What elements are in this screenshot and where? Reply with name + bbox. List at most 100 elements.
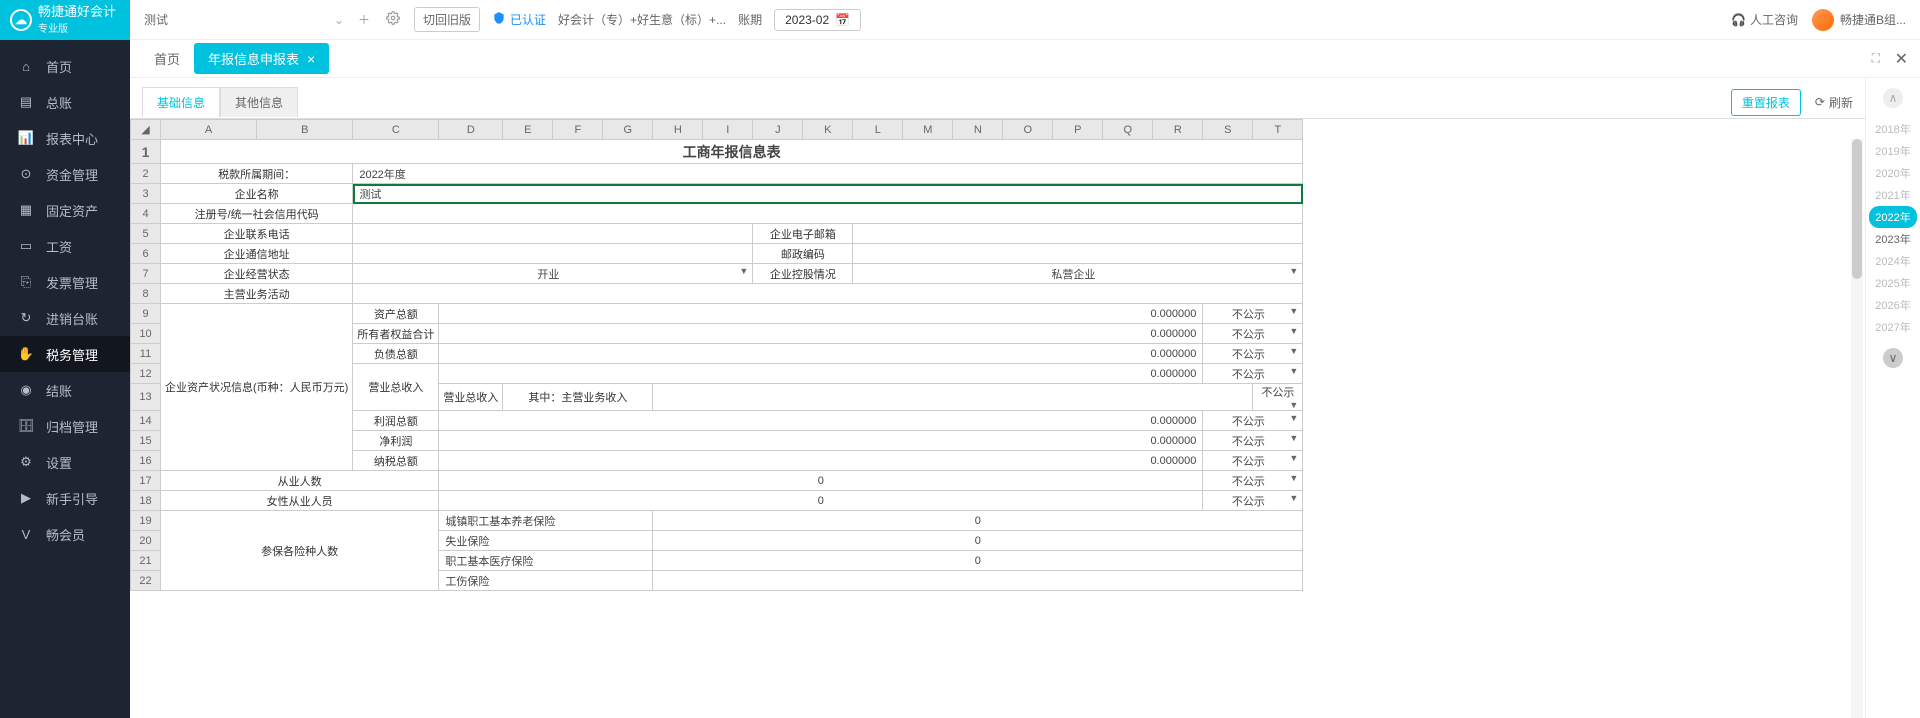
row-header-21[interactable]: 21 bbox=[131, 551, 161, 571]
row-header-15[interactable]: 15 bbox=[131, 431, 161, 451]
col-header-E[interactable]: E bbox=[503, 120, 553, 140]
disclose-dropdown[interactable]: 不公示▼ bbox=[1203, 431, 1303, 451]
gear-icon[interactable] bbox=[384, 9, 402, 30]
year-2019年[interactable]: 2019年 bbox=[1869, 140, 1916, 162]
disclose-dropdown[interactable]: 不公示▼ bbox=[1203, 471, 1303, 491]
metric-value-3[interactable]: 0.000000 bbox=[439, 364, 1203, 384]
sidebar-item-ledger[interactable]: ▤总账 bbox=[0, 84, 130, 120]
disclose-dropdown[interactable]: 不公示▼ bbox=[1203, 411, 1303, 431]
year-2021年[interactable]: 2021年 bbox=[1869, 184, 1916, 206]
col-header-A[interactable]: A bbox=[161, 120, 257, 140]
add-icon[interactable]: ＋ bbox=[356, 9, 372, 30]
col-header-P[interactable]: P bbox=[1053, 120, 1103, 140]
row-header-12[interactable]: 12 bbox=[131, 364, 161, 384]
col-header-R[interactable]: R bbox=[1153, 120, 1203, 140]
sidebar-item-money[interactable]: ⊙资金管理 bbox=[0, 156, 130, 192]
row-header-18[interactable]: 18 bbox=[131, 491, 161, 511]
row-header-10[interactable]: 10 bbox=[131, 324, 161, 344]
disclose-dropdown[interactable]: 不公示▼ bbox=[1203, 491, 1303, 511]
ins-value-0[interactable]: 0 bbox=[653, 511, 1303, 531]
row-header-6[interactable]: 6 bbox=[131, 244, 161, 264]
scrollbar-vertical[interactable] bbox=[1851, 139, 1863, 718]
col-header-K[interactable]: K bbox=[803, 120, 853, 140]
year-2020年[interactable]: 2020年 bbox=[1869, 162, 1916, 184]
sidebar-item-tax[interactable]: ✋税务管理 bbox=[0, 336, 130, 372]
sidebar-item-vip[interactable]: V畅会员 bbox=[0, 516, 130, 552]
metric-value-6[interactable]: 0.000000 bbox=[439, 431, 1203, 451]
ins-value-1[interactable]: 0 bbox=[653, 531, 1303, 551]
disclose-dropdown[interactable]: 不公示▼ bbox=[1203, 344, 1303, 364]
sidebar-item-home[interactable]: ⌂首页 bbox=[0, 48, 130, 84]
col-header-S[interactable]: S bbox=[1203, 120, 1253, 140]
reset-button[interactable]: 重置报表 bbox=[1731, 89, 1801, 116]
addr-value[interactable] bbox=[353, 244, 753, 264]
col-header-N[interactable]: N bbox=[953, 120, 1003, 140]
row-header-22[interactable]: 22 bbox=[131, 571, 161, 591]
year-2026年[interactable]: 2026年 bbox=[1869, 294, 1916, 316]
company-selector[interactable]: 测试 ⌄ bbox=[144, 11, 344, 28]
row-header-11[interactable]: 11 bbox=[131, 344, 161, 364]
year-2025年[interactable]: 2025年 bbox=[1869, 272, 1916, 294]
sidebar-item-archive[interactable]: 🗄归档管理 bbox=[0, 408, 130, 444]
ai-support-link[interactable]: 🎧 人工咨询 bbox=[1731, 11, 1798, 28]
year-2027年[interactable]: 2027年 bbox=[1869, 316, 1916, 338]
sidebar-item-salary[interactable]: ▭工资 bbox=[0, 228, 130, 264]
col-header-H[interactable]: H bbox=[653, 120, 703, 140]
year-prev-button[interactable]: ∧ bbox=[1883, 88, 1903, 108]
sidebar-item-guide[interactable]: ▶新手引导 bbox=[0, 480, 130, 516]
row-header-9[interactable]: 9 bbox=[131, 304, 161, 324]
brand-logo[interactable]: ☁ 畅捷通好会计 专业版 bbox=[0, 0, 130, 40]
metric-value-2[interactable]: 0.000000 bbox=[439, 344, 1203, 364]
female-value[interactable]: 0 bbox=[439, 491, 1203, 511]
row-header-16[interactable]: 16 bbox=[131, 451, 161, 471]
tab-home[interactable]: 首页 bbox=[140, 43, 194, 74]
year-2023年[interactable]: 2023年 bbox=[1869, 228, 1916, 250]
period-selector[interactable]: 2023-02 📅 bbox=[774, 9, 861, 31]
tab-annual-report[interactable]: 年报信息申报表 × bbox=[194, 43, 329, 74]
col-header-T[interactable]: T bbox=[1253, 120, 1303, 140]
row-header-8[interactable]: 8 bbox=[131, 284, 161, 304]
close-all-icon[interactable]: ✕ bbox=[1895, 49, 1908, 69]
ins-value-2[interactable]: 0 bbox=[653, 551, 1303, 571]
corner-cell[interactable]: ◢ bbox=[131, 120, 161, 140]
regno-value[interactable] bbox=[353, 204, 1303, 224]
sidebar-item-asset[interactable]: ▦固定资产 bbox=[0, 192, 130, 228]
year-next-button[interactable]: ∨ bbox=[1883, 348, 1903, 368]
phone-value[interactable] bbox=[353, 224, 753, 244]
metric-value-7[interactable]: 0.000000 bbox=[439, 451, 1203, 471]
col-header-J[interactable]: J bbox=[753, 120, 803, 140]
holding-dropdown[interactable]: 私营企业▼ bbox=[853, 264, 1303, 284]
certified-badge[interactable]: 已认证 bbox=[492, 11, 546, 28]
subtab-other[interactable]: 其他信息 bbox=[220, 87, 298, 117]
post-value[interactable] bbox=[853, 244, 1303, 264]
user-menu[interactable]: 畅捷通B组... bbox=[1812, 9, 1906, 31]
expand-icon[interactable]: ⛶ bbox=[1872, 51, 1880, 66]
sidebar-item-inventory[interactable]: ↻进销台账 bbox=[0, 300, 130, 336]
ins-value-3[interactable] bbox=[653, 571, 1303, 591]
sidebar-item-settings[interactable]: ⚙设置 bbox=[0, 444, 130, 480]
disclose-dropdown[interactable]: 不公示▼ bbox=[1203, 451, 1303, 471]
row-header-20[interactable]: 20 bbox=[131, 531, 161, 551]
company-value-cell[interactable]: 测试 bbox=[353, 184, 1303, 204]
subtab-basic[interactable]: 基础信息 bbox=[142, 87, 220, 117]
col-header-G[interactable]: G bbox=[603, 120, 653, 140]
sidebar-item-invoice[interactable]: ⎘发票管理 bbox=[0, 264, 130, 300]
metric-value-4[interactable] bbox=[653, 384, 1253, 411]
sidebar-item-close-book[interactable]: ◉结账 bbox=[0, 372, 130, 408]
switch-old-button[interactable]: 切回旧版 bbox=[414, 7, 480, 32]
year-2022年[interactable]: 2022年 bbox=[1869, 206, 1916, 228]
year-2024年[interactable]: 2024年 bbox=[1869, 250, 1916, 272]
row-header-3[interactable]: 3 bbox=[131, 184, 161, 204]
scrollbar-thumb[interactable] bbox=[1852, 139, 1862, 279]
col-header-O[interactable]: O bbox=[1003, 120, 1053, 140]
row-header-4[interactable]: 4 bbox=[131, 204, 161, 224]
row-header-13[interactable]: 13 bbox=[131, 384, 161, 411]
close-icon[interactable]: × bbox=[307, 51, 315, 67]
col-header-F[interactable]: F bbox=[553, 120, 603, 140]
col-header-D[interactable]: D bbox=[439, 120, 503, 140]
row-header-17[interactable]: 17 bbox=[131, 471, 161, 491]
disclose-dropdown[interactable]: 不公示▼ bbox=[1203, 324, 1303, 344]
disclose-dropdown[interactable]: 不公示▼ bbox=[1203, 364, 1303, 384]
row-header-7[interactable]: 7 bbox=[131, 264, 161, 284]
disclose-dropdown[interactable]: 不公示▼ bbox=[1253, 384, 1303, 411]
